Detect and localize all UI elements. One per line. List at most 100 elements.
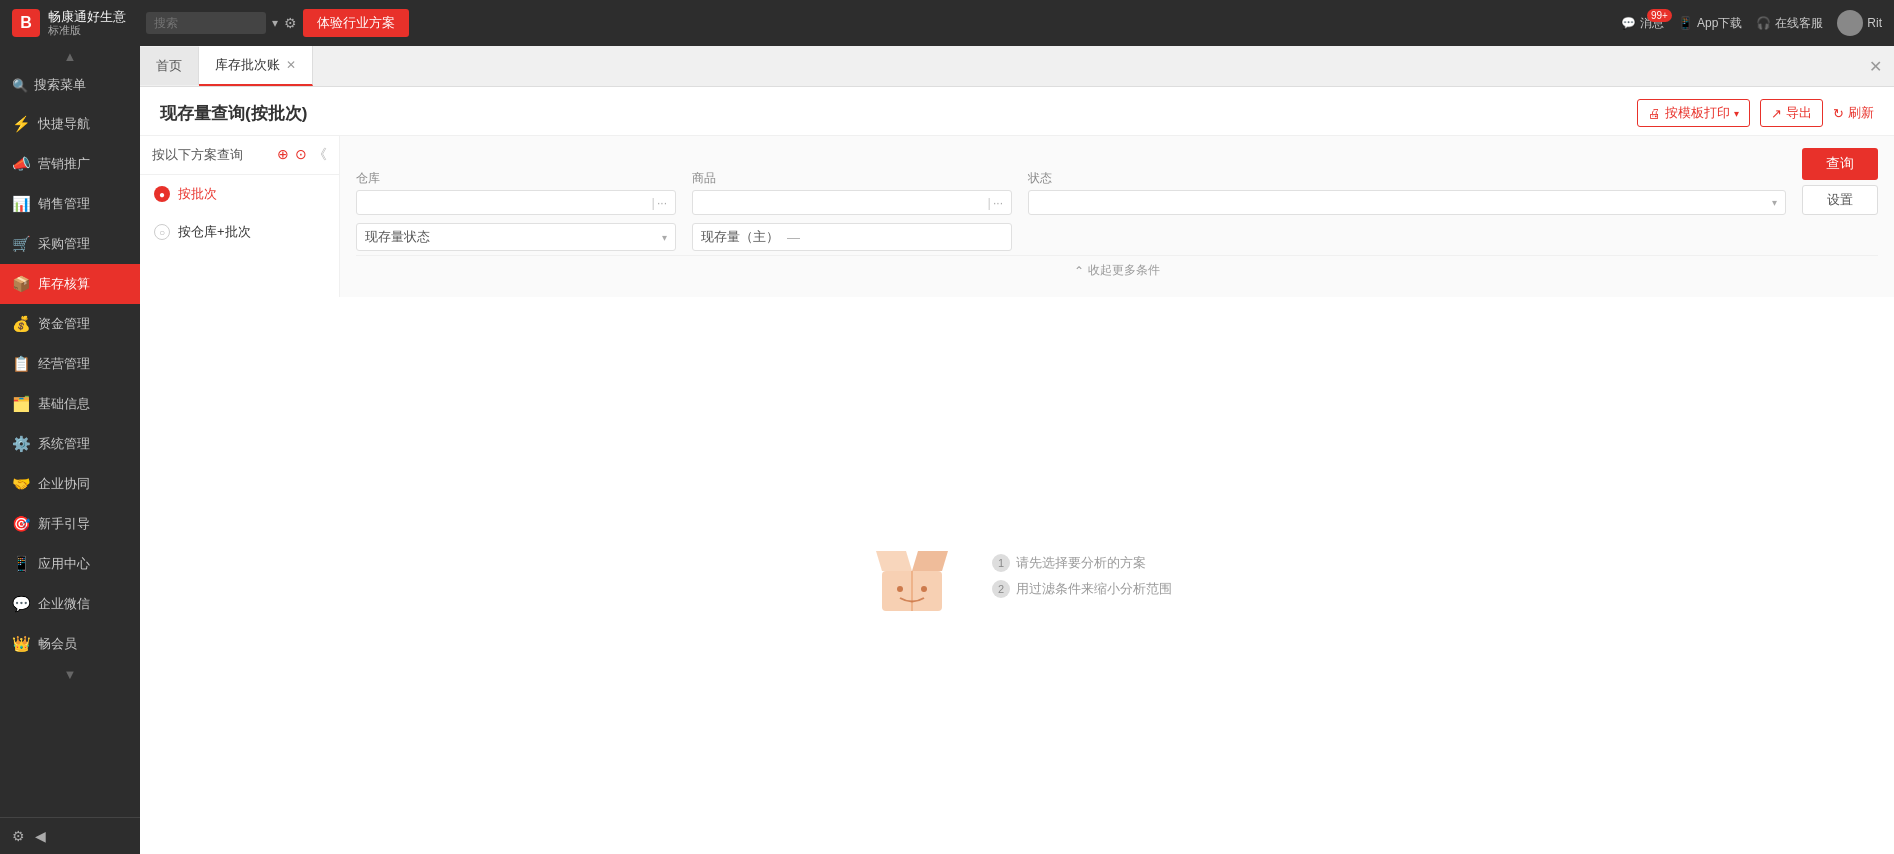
- sidebar-label-newbie: 新手引导: [38, 515, 90, 533]
- right-filter: 仓库 | ··· 商品 |: [340, 136, 1894, 297]
- print-dropdown-icon[interactable]: ▾: [1734, 108, 1739, 119]
- collapse-row[interactable]: ⌃ 收起更多条件: [356, 255, 1878, 285]
- export-label: 导出: [1786, 104, 1812, 122]
- filter-row-2: 现存量状态 ▾ 现存量（主） —: [356, 223, 1878, 251]
- wechat-icon: 💬: [12, 595, 30, 613]
- warehouse-input[interactable]: [365, 195, 650, 210]
- sidebar-label-inventory: 库存核算: [38, 275, 90, 293]
- search-input[interactable]: [146, 12, 266, 34]
- panel-close-icon[interactable]: ✕: [1869, 57, 1882, 76]
- sidebar-item-enterprise[interactable]: 🤝 企业协同: [0, 464, 140, 504]
- empty-content: 1 请先选择要分析的方案 2 用过滤条件来缩小分析范围: [862, 531, 1172, 621]
- inventory-icon: 📦: [12, 275, 30, 293]
- content-area: 首页 库存批次账 ✕ ✕ 现存量查询(按批次) 🖨 按模板打印 ▾: [140, 46, 1894, 854]
- scheme-active-dot: ●: [154, 186, 170, 202]
- messages-button[interactable]: 💬 消息 99+: [1621, 15, 1664, 32]
- app-title: 畅康通好生意: [48, 9, 126, 25]
- topbar-right: 💬 消息 99+ 📱 App下载 🎧 在线客服 Rit: [1621, 10, 1882, 36]
- warehouse-dots-icon[interactable]: ···: [657, 196, 667, 210]
- sidebar-item-quick-nav[interactable]: ⚡ 快捷导航: [0, 104, 140, 144]
- status-label: 状态: [1028, 170, 1786, 187]
- dropdown-arrow-icon[interactable]: ▾: [272, 16, 278, 30]
- tab-inventory-batch[interactable]: 库存批次账 ✕: [199, 46, 313, 86]
- scheme-warehouse-batch-label: 按仓库+批次: [178, 223, 251, 241]
- member-icon: 👑: [12, 635, 30, 653]
- left-panel-header-label: 按以下方案查询: [152, 146, 243, 164]
- sidebar-label-enterprise: 企业协同: [38, 475, 90, 493]
- print-label: 按模板打印: [1665, 104, 1730, 122]
- export-button[interactable]: ↗ 导出: [1760, 99, 1823, 127]
- newbie-icon: 🎯: [12, 515, 30, 533]
- messages-badge: 99+: [1647, 9, 1672, 22]
- online-service-label: 在线客服: [1775, 15, 1823, 32]
- app-subtitle: 标准版: [48, 24, 126, 37]
- sidebar-item-finance[interactable]: 💰 资金管理: [0, 304, 140, 344]
- sidebar-item-wechat[interactable]: 💬 企业微信: [0, 584, 140, 624]
- status-filter-group: 状态 ▾: [1028, 170, 1786, 215]
- settings-bottom-icon[interactable]: ⚙: [12, 828, 25, 844]
- tab-home[interactable]: 首页: [140, 47, 199, 85]
- filter-row-1: 仓库 | ··· 商品 |: [356, 148, 1878, 215]
- online-service-button[interactable]: 🎧 在线客服: [1756, 15, 1823, 32]
- product-input[interactable]: [701, 195, 986, 210]
- stock-qty-input[interactable]: [808, 230, 888, 245]
- sidebar-item-sales[interactable]: 📊 销售管理: [0, 184, 140, 224]
- sidebar-item-inventory[interactable]: 📦 库存核算: [0, 264, 140, 304]
- scheme-add-icon[interactable]: ⊕: [277, 146, 289, 164]
- step-1-badge: 1: [992, 554, 1010, 572]
- sidebar-item-marketing[interactable]: 📣 营销推广: [0, 144, 140, 184]
- topbar-gear-icon[interactable]: ⚙: [284, 15, 297, 31]
- sidebar-item-system[interactable]: ⚙️ 系统管理: [0, 424, 140, 464]
- app-download-button[interactable]: 📱 App下载: [1678, 15, 1742, 32]
- appcenter-icon: 📱: [12, 555, 30, 573]
- filter-area: 按以下方案查询 ⊕ ⊙ 《 ● 按批次 ○ 按仓库+批次: [140, 136, 1894, 297]
- empty-text: 1 请先选择要分析的方案 2 用过滤条件来缩小分析范围: [992, 554, 1172, 598]
- svg-marker-2: [912, 551, 948, 571]
- app-download-icon: 📱: [1678, 16, 1693, 30]
- page-header: 现存量查询(按批次) 🖨 按模板打印 ▾ ↗ 导出 ↻ 刷新: [140, 87, 1894, 136]
- empty-svg: [862, 531, 962, 621]
- trial-button[interactable]: 体验行业方案: [303, 9, 409, 37]
- sidebar-scroll-down[interactable]: ▼: [0, 664, 140, 684]
- page-title: 现存量查询(按批次): [160, 102, 307, 125]
- sidebar-bottom: ⚙ ◀: [0, 817, 140, 854]
- message-icon: 💬: [1621, 16, 1636, 30]
- status-select[interactable]: [1037, 195, 1772, 210]
- collapse-sidebar-icon[interactable]: ◀: [35, 828, 46, 844]
- scheme-item-warehouse-batch[interactable]: ○ 按仓库+批次: [140, 213, 339, 251]
- sidebar-item-operation[interactable]: 📋 经营管理: [0, 344, 140, 384]
- sidebar-item-basic[interactable]: 🗂️ 基础信息: [0, 384, 140, 424]
- enterprise-icon: 🤝: [12, 475, 30, 493]
- left-panel-collapse-icon[interactable]: 《: [313, 146, 327, 164]
- sidebar-item-appcenter[interactable]: 📱 应用中心: [0, 544, 140, 584]
- sidebar-label-marketing: 营销推广: [38, 155, 90, 173]
- user-avatar-button[interactable]: Rit: [1837, 10, 1882, 36]
- page-content: 现存量查询(按批次) 🖨 按模板打印 ▾ ↗ 导出 ↻ 刷新: [140, 87, 1894, 854]
- tab-close-icon[interactable]: ✕: [286, 58, 296, 72]
- status-select-wrap: ▾: [1028, 190, 1786, 215]
- sidebar-scroll-up[interactable]: ▲: [0, 46, 140, 66]
- scheme-settings-icon[interactable]: ⊙: [295, 146, 307, 164]
- scheme-item-batch[interactable]: ● 按批次: [140, 175, 339, 213]
- sidebar-item-newbie[interactable]: 🎯 新手引导: [0, 504, 140, 544]
- product-dots-icon[interactable]: ···: [993, 196, 1003, 210]
- sidebar-label-quick-nav: 快捷导航: [38, 115, 90, 133]
- stock-status-chevron-icon: ▾: [662, 232, 667, 243]
- warehouse-label: 仓库: [356, 170, 676, 187]
- left-panel: 按以下方案查询 ⊕ ⊙ 《 ● 按批次 ○ 按仓库+批次: [140, 136, 340, 297]
- status-chevron-icon: ▾: [1772, 197, 1777, 208]
- tab-inventory-batch-label: 库存批次账: [215, 56, 280, 74]
- sidebar-item-purchase[interactable]: 🛒 采购管理: [0, 224, 140, 264]
- sidebar-search[interactable]: 🔍 搜索菜单: [0, 66, 140, 104]
- stock-status-filter-group: 现存量状态 ▾: [356, 223, 676, 251]
- print-button[interactable]: 🖨 按模板打印 ▾: [1637, 99, 1750, 127]
- sidebar-item-member[interactable]: 👑 畅会员: [0, 624, 140, 664]
- warehouse-input-wrap: | ···: [356, 190, 676, 215]
- marketing-icon: 📣: [12, 155, 30, 173]
- query-button[interactable]: 查询: [1802, 148, 1878, 180]
- main-layout: ▲ 🔍 搜索菜单 ⚡ 快捷导航 📣 营销推广 📊 销售管理 🛒 采购管理 📦 库…: [0, 46, 1894, 854]
- refresh-button[interactable]: ↻ 刷新: [1833, 104, 1874, 122]
- tab-home-label: 首页: [156, 57, 182, 75]
- system-icon: ⚙️: [12, 435, 30, 453]
- settings-button[interactable]: 设置: [1802, 185, 1878, 215]
